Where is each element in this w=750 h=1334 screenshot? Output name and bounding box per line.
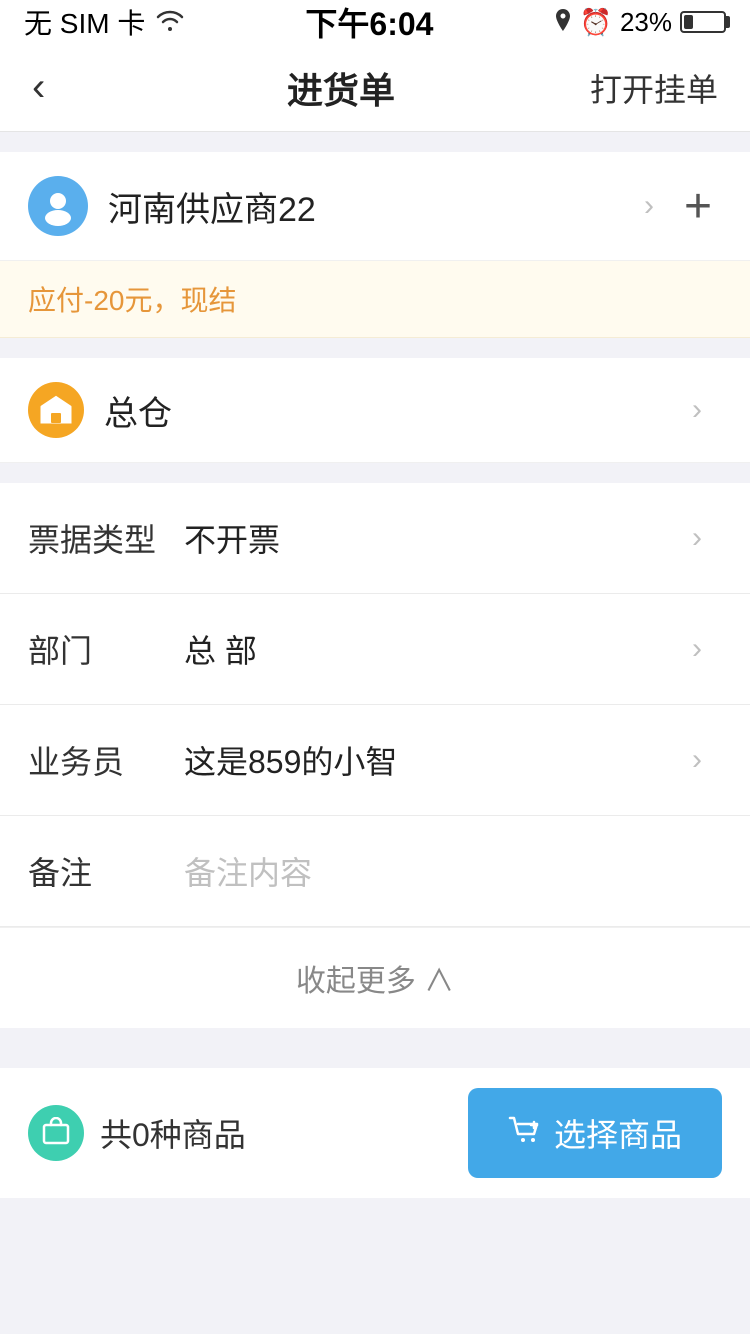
alarm-icon: ⏰ <box>580 7 612 38</box>
status-bar: 无 SIM 卡 下午6:04 ⏰ 23% <box>0 0 750 44</box>
salesperson-chevron-icon: › <box>692 743 702 777</box>
product-icon <box>28 1105 84 1161</box>
status-right: ⏰ 23% <box>554 7 726 38</box>
warehouse-name: 总仓 <box>104 386 692 435</box>
add-supplier-button[interactable]: + <box>674 179 722 234</box>
nav-bar: ‹ 进货单 打开挂单 <box>0 44 750 132</box>
notice-text: 应付-20元，现结 <box>28 285 236 316</box>
supplier-avatar <box>28 176 88 236</box>
notice-bar: 应付-20元，现结 <box>0 261 750 338</box>
remark-input[interactable]: 备注内容 <box>184 848 722 894</box>
location-icon <box>554 7 572 38</box>
salesperson-row[interactable]: 业务员 这是859的小智 › <box>0 705 750 816</box>
supplier-name: 河南供应商22 <box>108 182 644 231</box>
salesperson-label: 业务员 <box>28 737 168 783</box>
bottom-bar: 共0种商品 选择商品 <box>0 1068 750 1198</box>
supplier-section: 河南供应商22 › + 应付-20元，现结 <box>0 152 750 338</box>
section-divider-2 <box>0 338 750 358</box>
remark-row[interactable]: 备注 备注内容 <box>0 816 750 927</box>
department-row[interactable]: 部门 总 部 › <box>0 594 750 705</box>
warehouse-section: 总仓 › <box>0 358 750 463</box>
collapse-label: 收起更多 ∧ <box>296 965 454 998</box>
product-count-wrap: 共0种商品 <box>28 1105 246 1161</box>
select-product-icon <box>508 1115 542 1152</box>
page-title: 进货单 <box>92 62 590 114</box>
battery-text: 23% <box>620 7 672 38</box>
remark-label: 备注 <box>28 848 168 894</box>
wifi-icon <box>155 6 185 38</box>
department-chevron-icon: › <box>692 632 702 666</box>
ticket-type-value: 不开票 <box>184 515 692 561</box>
back-button[interactable]: ‹ <box>32 65 92 110</box>
select-product-label: 选择商品 <box>554 1110 682 1156</box>
open-pending-button[interactable]: 打开挂单 <box>590 65 718 111</box>
product-count-text: 共0种商品 <box>100 1110 246 1156</box>
main-content: 河南供应商22 › + 应付-20元，现结 总仓 › <box>0 132 750 1334</box>
ticket-type-label: 票据类型 <box>28 515 168 561</box>
warehouse-icon <box>28 382 84 438</box>
department-label: 部门 <box>28 626 168 672</box>
section-divider-4 <box>0 1028 750 1048</box>
warehouse-chevron-icon: › <box>692 393 702 427</box>
status-time: 下午6:04 <box>305 0 433 45</box>
supplier-chevron-icon: › <box>644 189 654 223</box>
ticket-type-chevron-icon: › <box>692 521 702 555</box>
supplier-row[interactable]: 河南供应商22 › + <box>0 152 750 261</box>
select-product-button[interactable]: 选择商品 <box>468 1088 722 1178</box>
salesperson-value: 这是859的小智 <box>184 737 692 783</box>
form-section: 票据类型 不开票 › 部门 总 部 › 业务员 这是859的小智 › 备注 备注… <box>0 483 750 1028</box>
battery-icon <box>680 11 726 33</box>
department-value: 总 部 <box>184 626 692 672</box>
ticket-type-row[interactable]: 票据类型 不开票 › <box>0 483 750 594</box>
section-divider-top <box>0 132 750 152</box>
status-left: 无 SIM 卡 <box>24 2 185 42</box>
carrier-label: 无 SIM 卡 <box>24 2 145 42</box>
section-divider-3 <box>0 463 750 483</box>
warehouse-row[interactable]: 总仓 › <box>0 358 750 463</box>
collapse-button[interactable]: 收起更多 ∧ <box>0 927 750 1028</box>
